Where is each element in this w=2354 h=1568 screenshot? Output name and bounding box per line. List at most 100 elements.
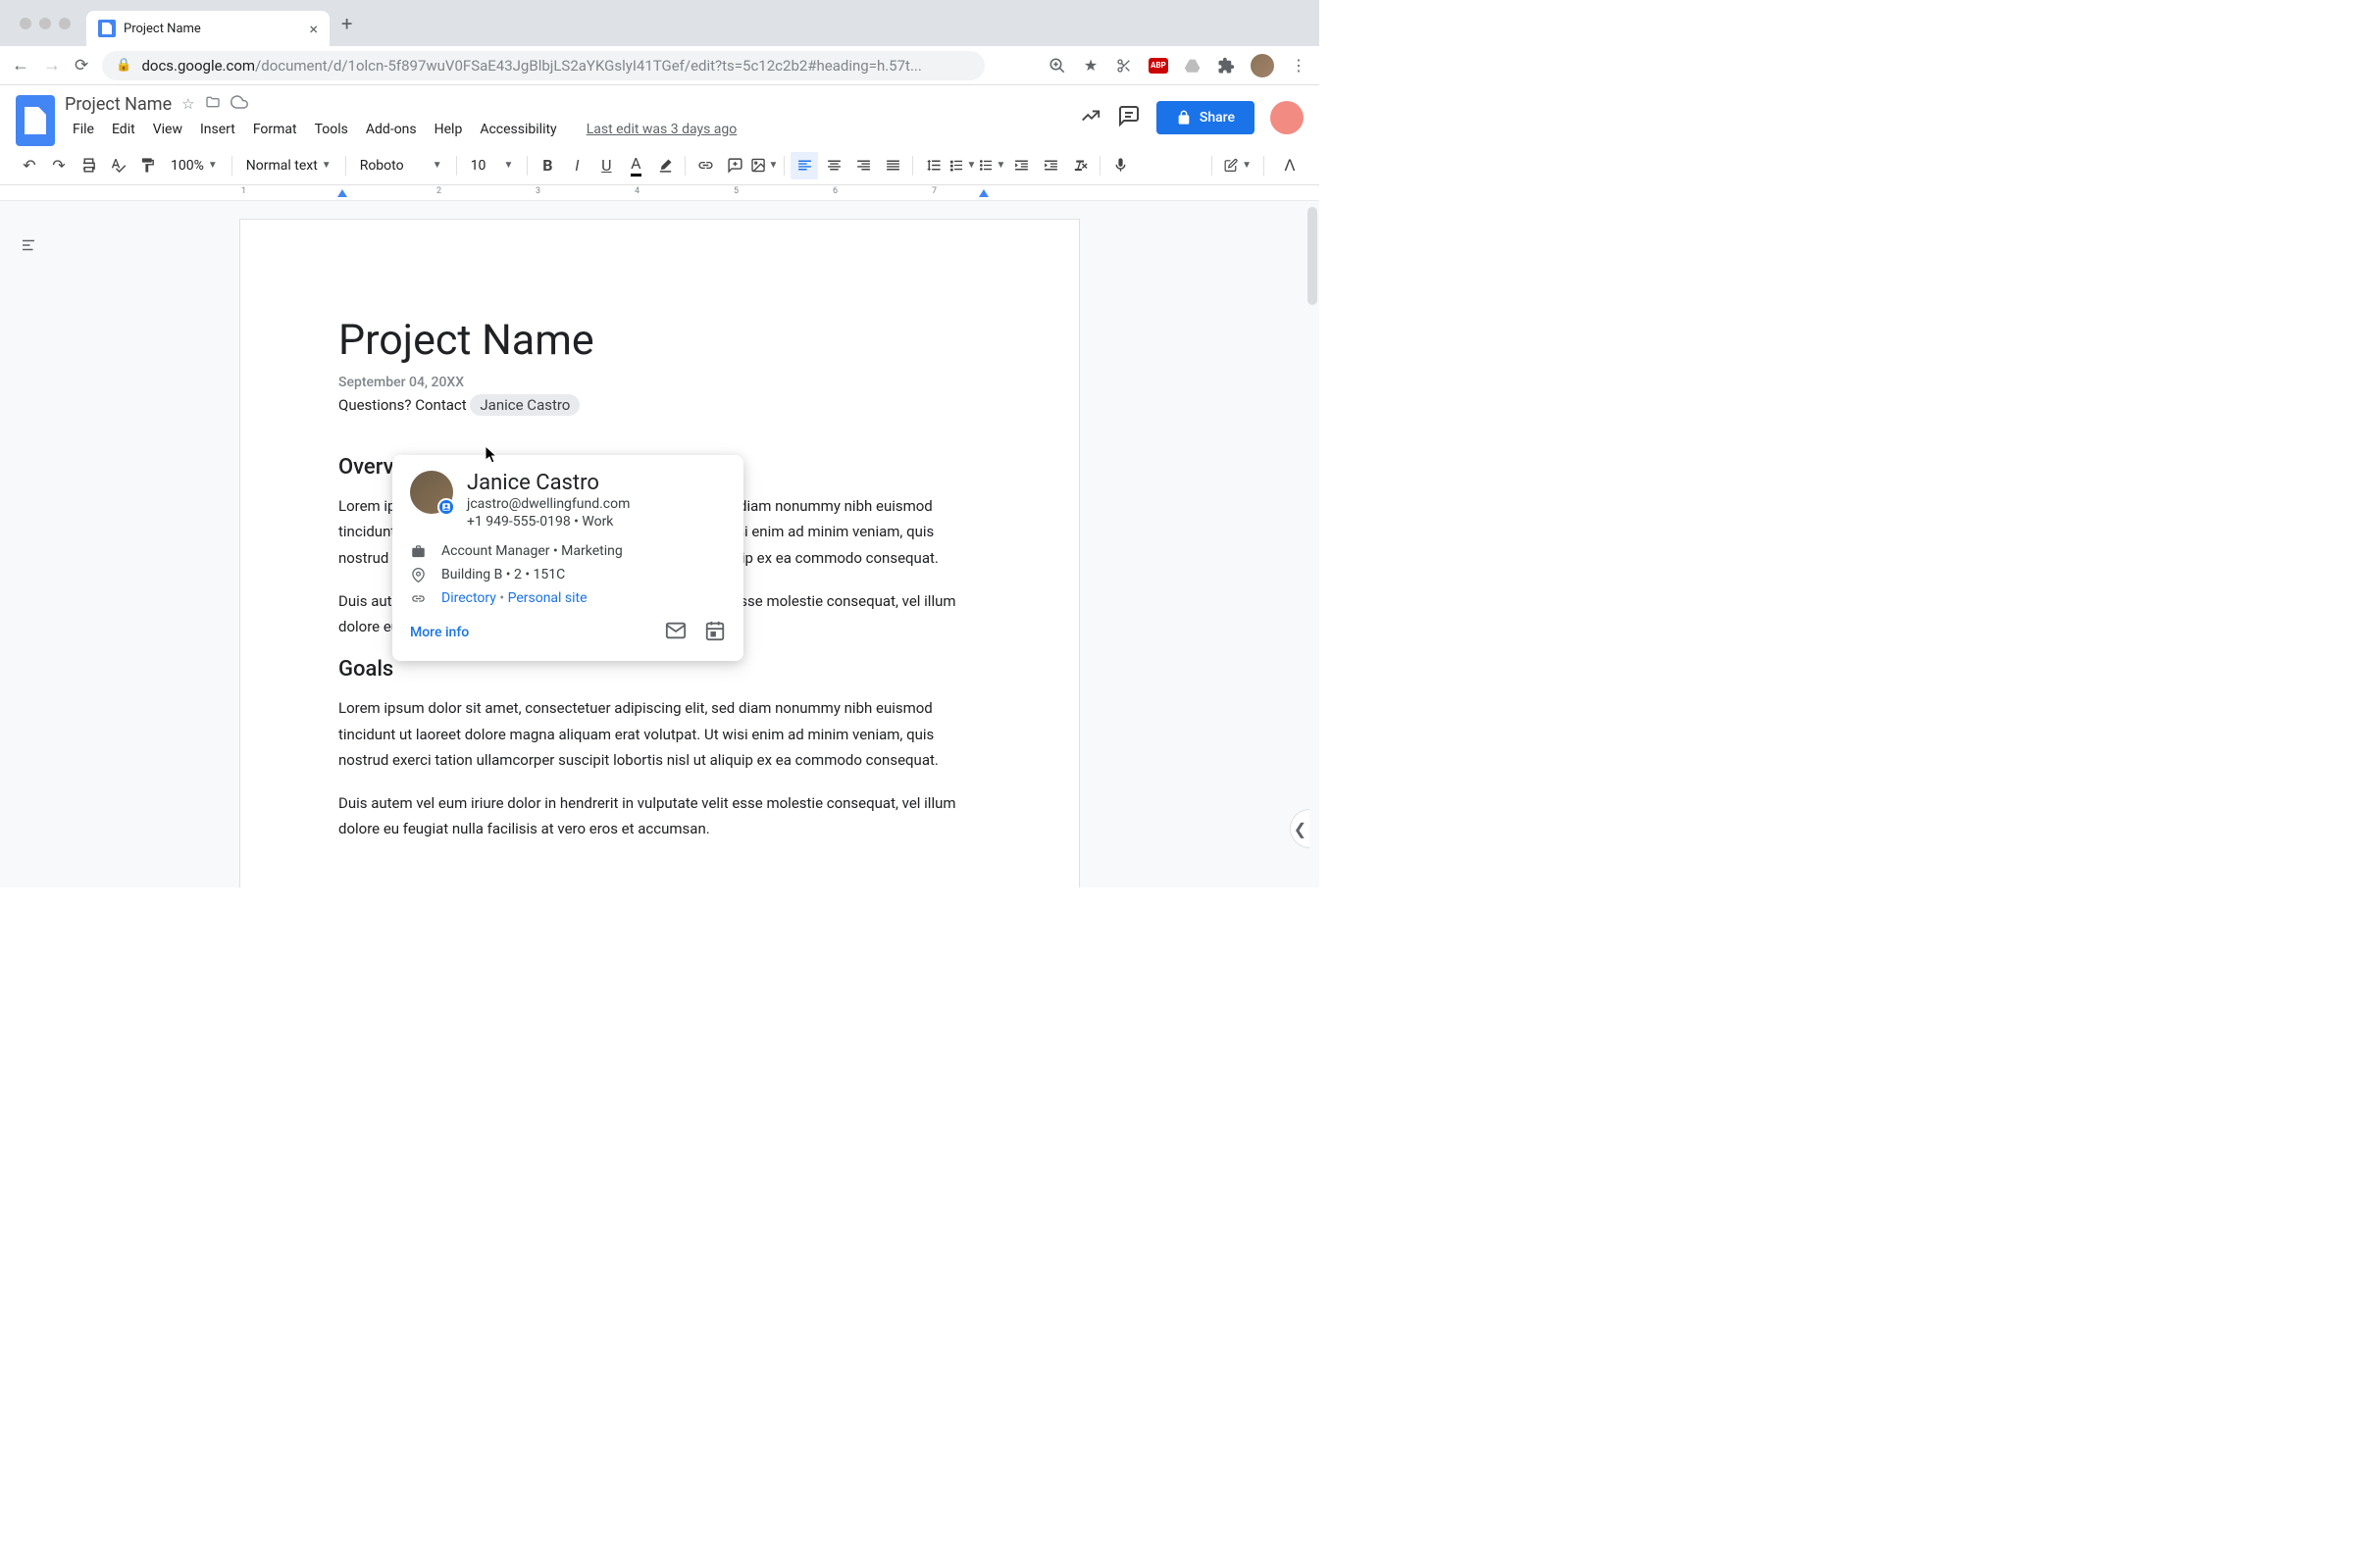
bullet-list-button[interactable]: ▼ — [978, 152, 1005, 179]
directory-link[interactable]: Directory — [441, 590, 496, 606]
clear-formatting-button[interactable] — [1066, 152, 1094, 179]
body-paragraph[interactable]: Lorem ipsum dolor sit amet, consectetuer… — [338, 695, 981, 773]
location-icon — [410, 568, 426, 582]
document-page[interactable]: Project Name September 04, 20XX Question… — [239, 219, 1080, 887]
last-edit-link[interactable]: Last edit was 3 days ago — [587, 122, 738, 137]
style-select[interactable]: Normal text▼ — [238, 158, 339, 174]
align-left-button[interactable] — [791, 152, 818, 179]
schedule-event-icon[interactable] — [704, 620, 726, 645]
italic-button[interactable]: I — [563, 152, 590, 179]
undo-button[interactable]: ↶ — [16, 152, 43, 179]
scissors-icon[interactable] — [1115, 57, 1133, 75]
line-spacing-button[interactable] — [919, 152, 947, 179]
menu-help[interactable]: Help — [427, 118, 471, 141]
link-button[interactable] — [691, 152, 719, 179]
menu-tools[interactable]: Tools — [307, 118, 356, 141]
spellcheck-button[interactable] — [104, 152, 131, 179]
editor-canvas: Project Name September 04, 20XX Question… — [0, 201, 1319, 887]
ruler-tick: 1 — [241, 186, 246, 196]
checklist-button[interactable]: ▼ — [948, 152, 976, 179]
vertical-scrollbar[interactable] — [1307, 207, 1317, 305]
document-date[interactable]: September 04, 20XX — [338, 375, 981, 390]
menu-format[interactable]: Format — [245, 118, 305, 141]
extensions-icon[interactable] — [1217, 57, 1235, 75]
underline-button[interactable]: U — [592, 152, 620, 179]
personal-site-link[interactable]: Personal site — [508, 590, 588, 606]
add-comment-button[interactable] — [721, 152, 748, 179]
address-bar[interactable]: 🔒 docs.google.com/document/d/1olcn-5f897… — [102, 51, 985, 80]
browser-tab-strip: Project Name × + — [0, 0, 1319, 46]
paint-format-button[interactable] — [133, 152, 161, 179]
indent-marker-left[interactable] — [337, 189, 347, 197]
ruler-tick: 4 — [635, 186, 640, 196]
indent-increase-button[interactable] — [1037, 152, 1064, 179]
tab-title: Project Name — [124, 22, 301, 36]
close-tab-icon[interactable]: × — [309, 20, 318, 38]
ruler-tick: 5 — [734, 186, 739, 196]
reload-button[interactable]: ⟳ — [75, 56, 88, 76]
highlight-button[interactable] — [651, 152, 679, 179]
document-title[interactable]: Project Name — [65, 94, 172, 115]
star-document-icon[interactable]: ☆ — [181, 95, 194, 113]
indent-marker-right[interactable] — [979, 189, 989, 197]
show-outline-button[interactable] — [20, 236, 37, 258]
voice-typing-button[interactable] — [1106, 152, 1134, 179]
browser-toolbar: ← → ⟳ 🔒 docs.google.com/document/d/1olcn… — [0, 46, 1319, 85]
ruler-tick: 6 — [833, 186, 838, 196]
contact-smart-chip[interactable]: Janice Castro — [470, 394, 580, 416]
menu-insert[interactable]: Insert — [192, 118, 243, 141]
drive-extension-icon[interactable] — [1184, 57, 1202, 75]
abp-extension-icon[interactable]: ABP — [1149, 58, 1168, 74]
browser-profile-avatar[interactable] — [1251, 54, 1274, 77]
zoom-icon[interactable] — [1049, 57, 1066, 75]
browser-menu-icon[interactable]: ⋮ — [1290, 57, 1307, 75]
menu-addons[interactable]: Add-ons — [358, 118, 425, 141]
close-window[interactable] — [20, 18, 31, 29]
url-text: docs.google.com/document/d/1olcn-5f897wu… — [141, 57, 921, 75]
bold-button[interactable]: B — [534, 152, 561, 179]
align-justify-button[interactable] — [879, 152, 906, 179]
docs-logo[interactable] — [16, 95, 55, 146]
zoom-select[interactable]: 100%▼ — [163, 158, 226, 174]
body-paragraph[interactable]: Duis autem vel eum iriure dolor in hendr… — [338, 790, 981, 842]
indent-decrease-button[interactable] — [1007, 152, 1035, 179]
browser-tab[interactable]: Project Name × — [86, 11, 330, 46]
new-tab-button[interactable]: + — [330, 12, 364, 35]
more-info-link[interactable]: More info — [410, 625, 469, 640]
editing-mode-button[interactable]: ▼ — [1224, 152, 1252, 179]
align-right-button[interactable] — [849, 152, 877, 179]
forward-button[interactable]: → — [43, 55, 61, 76]
font-select[interactable]: Roboto▼ — [352, 158, 450, 174]
contact-line[interactable]: Questions? Contact Janice Castro — [338, 394, 981, 416]
minimize-window[interactable] — [39, 18, 51, 29]
cloud-status-icon[interactable] — [230, 93, 248, 115]
back-button[interactable]: ← — [12, 55, 29, 76]
section-heading-goals[interactable]: Goals — [338, 657, 981, 682]
menu-accessibility[interactable]: Accessibility — [472, 118, 564, 141]
comment-history-icon[interactable] — [1117, 104, 1141, 131]
link-icon — [410, 591, 426, 606]
ruler-tick: 7 — [932, 186, 937, 196]
menu-view[interactable]: View — [145, 118, 190, 141]
redo-button[interactable]: ↷ — [45, 152, 73, 179]
star-icon[interactable]: ★ — [1082, 57, 1100, 75]
account-avatar[interactable] — [1270, 101, 1304, 134]
explore-collapse-button[interactable]: ❮ — [1290, 809, 1309, 848]
align-center-button[interactable] — [820, 152, 847, 179]
menu-edit[interactable]: Edit — [104, 118, 143, 141]
collapse-toolbar-button[interactable]: ᐱ — [1276, 152, 1304, 179]
send-email-icon[interactable] — [665, 620, 687, 645]
share-label: Share — [1200, 110, 1235, 126]
horizontal-ruler[interactable]: 1 2 3 4 5 6 7 — [0, 185, 1319, 201]
menu-file[interactable]: File — [65, 118, 102, 141]
maximize-window[interactable] — [59, 18, 71, 29]
font-size-select[interactable]: 10▼ — [463, 158, 522, 174]
activity-icon[interactable] — [1080, 105, 1101, 130]
insert-image-button[interactable]: ▼ — [750, 152, 778, 179]
document-heading[interactable]: Project Name — [338, 316, 981, 365]
share-button[interactable]: Share — [1156, 101, 1254, 134]
contact-card-email: jcastro@dwellingfund.com — [467, 496, 630, 512]
print-button[interactable] — [75, 152, 102, 179]
text-color-button[interactable]: A — [622, 152, 649, 179]
move-document-icon[interactable] — [205, 94, 221, 114]
